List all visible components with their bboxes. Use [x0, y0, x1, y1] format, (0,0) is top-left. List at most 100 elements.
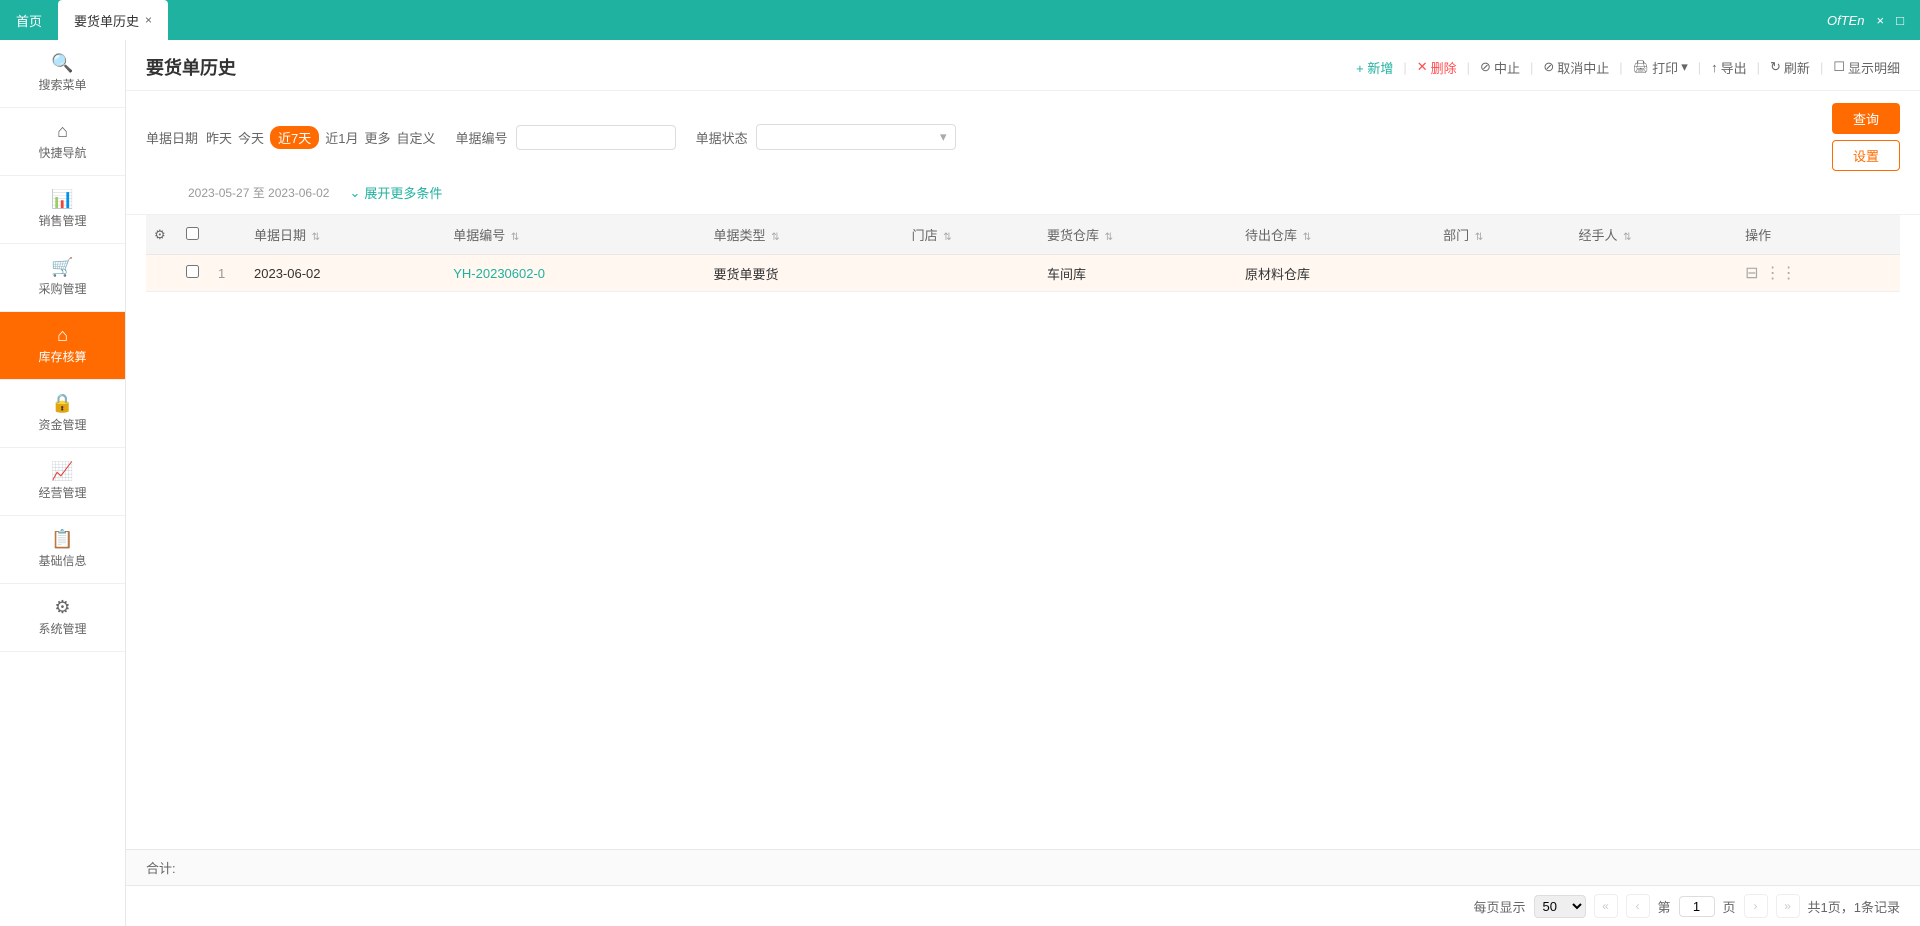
- often-label[interactable]: OfTEn: [1827, 13, 1865, 28]
- print-label: 打印: [1652, 58, 1678, 77]
- col-date-label: 单据日期: [254, 228, 306, 243]
- sidebar-item-purchase[interactable]: 🛒 采购管理: [0, 244, 125, 312]
- suspend-icon: ⊘: [1480, 59, 1491, 75]
- sidebar-item-finance[interactable]: 🔒 资金管理: [0, 380, 125, 448]
- suspend-button[interactable]: ⊘ 中止: [1480, 58, 1520, 77]
- sidebar-item-search-label: 搜索菜单: [38, 76, 86, 93]
- col-req-warehouse[interactable]: 要货仓库 ⇅: [1039, 215, 1237, 255]
- cell-doc-type: 要货单要货: [706, 255, 904, 292]
- col-pending-warehouse[interactable]: 待出仓库 ⇅: [1237, 215, 1435, 255]
- top-bar-right: OfTEn × □: [1827, 13, 1920, 28]
- print-icon: 🖨: [1633, 59, 1650, 75]
- col-date[interactable]: 单据日期 ⇅: [246, 215, 445, 255]
- page-title: 要货单历史: [146, 54, 1356, 80]
- expand-label: 展开更多条件: [364, 183, 442, 202]
- sidebar-item-inventory[interactable]: ⌂ 库存核算: [0, 312, 125, 380]
- print-button[interactable]: 🖨 打印 ▾: [1633, 58, 1688, 77]
- delete-label: 删除: [1431, 58, 1457, 77]
- query-button[interactable]: 查询: [1832, 103, 1900, 134]
- sidebar-item-operations[interactable]: 📈 经营管理: [0, 448, 125, 516]
- sidebar-item-search[interactable]: 🔍 搜索菜单: [0, 40, 125, 108]
- col-department[interactable]: 部门 ⇅: [1435, 215, 1570, 255]
- last-page-button[interactable]: »: [1776, 894, 1800, 918]
- doc-status-select[interactable]: ▾: [756, 124, 956, 150]
- doc-status-filter-group: 单据状态 ▾: [696, 124, 956, 150]
- cell-doc-no: YH-20230602-0: [445, 255, 705, 292]
- sidebar-item-basics[interactable]: 📋 基础信息: [0, 516, 125, 584]
- date-yesterday[interactable]: 昨天: [206, 128, 232, 147]
- select-all-checkbox[interactable]: [186, 227, 199, 240]
- col-req-wh-label: 要货仓库: [1047, 228, 1099, 243]
- print-dropdown-icon: ▾: [1681, 59, 1688, 75]
- date-last1month[interactable]: 近1月: [325, 128, 358, 147]
- tab-home[interactable]: 首页: [0, 0, 58, 40]
- sidebar: 🔍 搜索菜单 ⌂ 快捷导航 📊 销售管理 🛒 采购管理 ⌂ 库存核算 🔒 资金管…: [0, 40, 126, 926]
- sidebar-item-system[interactable]: ⚙ 系统管理: [0, 584, 125, 652]
- first-page-button[interactable]: «: [1594, 894, 1618, 918]
- col-store-label: 门店: [912, 228, 938, 243]
- table-header-row: ⚙ 单据日期 ⇅ 单据编号 ⇅: [146, 215, 1900, 255]
- window-maximize-icon[interactable]: □: [1896, 13, 1904, 28]
- more-icon[interactable]: ⋮⋮: [1765, 263, 1797, 283]
- row-checkbox[interactable]: [186, 265, 199, 278]
- tab-requisition-history[interactable]: 要货单历史 ×: [58, 0, 168, 40]
- page-number-input[interactable]: [1679, 896, 1715, 917]
- filter-row-2: 2023-05-27 至 2023-06-02 ⌄ 展开更多条件: [146, 179, 1900, 206]
- cancel-suspend-icon: ⊘: [1543, 59, 1554, 75]
- cell-pending-warehouse: 原材料仓库: [1237, 255, 1435, 292]
- sidebar-item-sales[interactable]: 📊 销售管理: [0, 176, 125, 244]
- tab-home-label: 首页: [16, 11, 42, 30]
- per-page-label: 每页显示: [1473, 897, 1525, 916]
- export-button[interactable]: ↑ 导出: [1711, 58, 1747, 77]
- window-close-icon[interactable]: ×: [1877, 13, 1885, 28]
- next-page-button[interactable]: ›: [1744, 894, 1768, 918]
- cancel-suspend-button[interactable]: ⊘ 取消中止: [1543, 58, 1609, 77]
- doc-number-input[interactable]: [516, 125, 676, 150]
- page-label-before: 第: [1658, 897, 1671, 916]
- sort-store-icon: ⇅: [943, 232, 951, 243]
- delete-icon: ✕: [1417, 59, 1428, 75]
- pagination: 每页显示 50 100 200 « ‹ 第 页 › » 共1页，1条记录: [126, 885, 1920, 926]
- date-shortcuts: 昨天 今天 近7天 近1月 更多 自定义: [206, 126, 436, 149]
- header-actions: + 新增 | ✕ 删除 | ⊘ 中止 | ⊘ 取消中止 | 🖨: [1356, 58, 1900, 77]
- table-container: ⚙ 单据日期 ⇅ 单据编号 ⇅: [126, 215, 1920, 849]
- operation-icons: ⊟ ⋮⋮: [1745, 263, 1892, 283]
- inventory-icon: ⌂: [57, 326, 68, 344]
- date-today[interactable]: 今天: [238, 128, 264, 147]
- expand-more-button[interactable]: ⌄ 展开更多条件: [349, 183, 442, 202]
- summary-label: 合计:: [146, 858, 176, 877]
- per-page-select[interactable]: 50 100 200: [1534, 895, 1586, 918]
- sort-pendingwh-icon: ⇅: [1303, 232, 1311, 243]
- show-detail-button[interactable]: ☐ 显示明细: [1833, 58, 1900, 77]
- col-doc-no[interactable]: 单据编号 ⇅: [445, 215, 705, 255]
- col-doc-type[interactable]: 单据类型 ⇅: [706, 215, 904, 255]
- filter-right-actions: 查询 设置: [1832, 103, 1900, 171]
- prev-page-button[interactable]: ‹: [1626, 894, 1650, 918]
- system-icon: ⚙: [54, 598, 70, 616]
- cell-checkbox: [178, 255, 210, 292]
- doc-no-link[interactable]: YH-20230602-0: [453, 266, 545, 281]
- edit-icon[interactable]: ⊟: [1745, 263, 1758, 283]
- date-custom[interactable]: 自定义: [397, 128, 436, 147]
- date-more[interactable]: 更多: [365, 128, 391, 147]
- new-button[interactable]: + 新增: [1356, 58, 1393, 77]
- sort-handler-icon: ⇅: [1623, 232, 1631, 243]
- page-label-after: 页: [1723, 897, 1736, 916]
- col-store[interactable]: 门店 ⇅: [904, 215, 1039, 255]
- refresh-button[interactable]: ↻ 刷新: [1770, 58, 1810, 77]
- date-last7days[interactable]: 近7天: [270, 126, 319, 149]
- sidebar-item-quick-nav[interactable]: ⌂ 快捷导航: [0, 108, 125, 176]
- filter-bar: 单据日期 昨天 今天 近7天 近1月 更多 自定义 单据编号: [126, 91, 1920, 215]
- col-num: [210, 215, 246, 255]
- page-header: 要货单历史 + 新增 | ✕ 删除 | ⊘ 中止 | ⊘ 取消中止 |: [126, 40, 1920, 91]
- main-layout: 🔍 搜索菜单 ⌂ 快捷导航 📊 销售管理 🛒 采购管理 ⌂ 库存核算 🔒 资金管…: [0, 40, 1920, 926]
- cell-date: 2023-06-02: [246, 255, 445, 292]
- col-settings[interactable]: ⚙: [146, 215, 178, 255]
- tab-close-icon[interactable]: ×: [145, 13, 152, 27]
- filter-settings-button[interactable]: 设置: [1832, 140, 1900, 171]
- sort-doctype-icon: ⇅: [771, 232, 779, 243]
- col-checkbox: [178, 215, 210, 255]
- col-handler[interactable]: 经手人 ⇅: [1570, 215, 1737, 255]
- delete-button[interactable]: ✕ 删除: [1417, 58, 1457, 77]
- table-row[interactable]: 1 2023-06-02 YH-20230602-0 要货单要货 车间库 原材料…: [146, 255, 1900, 292]
